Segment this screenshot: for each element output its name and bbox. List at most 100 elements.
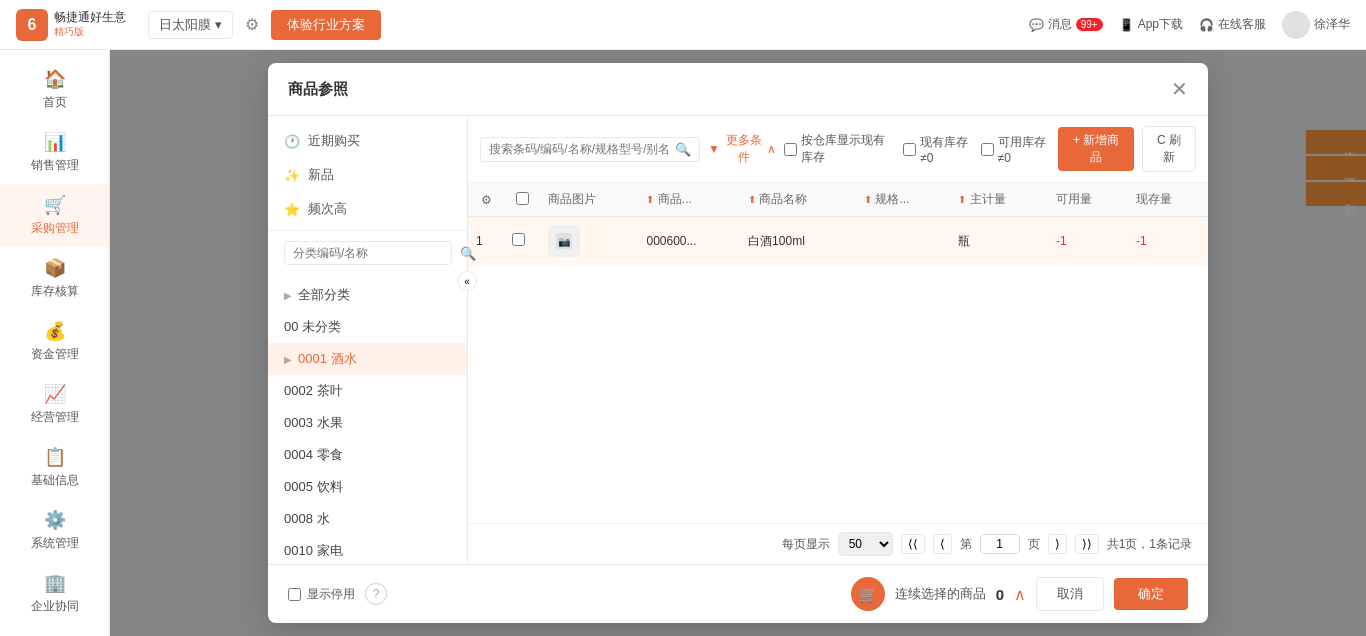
cat-all[interactable]: ▶ 全部分类 xyxy=(268,279,467,311)
modal-overlay: 商品参照 ✕ 🕐 近期购买 ✨ 新品 xyxy=(110,50,1366,636)
checkbox-warehouse-label[interactable]: 按仓库显示现有库存 xyxy=(801,132,895,166)
sidebar-item-guide[interactable]: 🎯 新手引导 xyxy=(0,625,109,636)
last-page-button[interactable]: ⟩⟩ xyxy=(1075,534,1099,554)
th-stock: 现存量 xyxy=(1128,183,1208,217)
checkbox-stock-nonzero-input[interactable] xyxy=(903,143,916,156)
per-page-label: 每页显示 xyxy=(782,536,830,553)
sidebar-item-enterprise[interactable]: 🏢 企业协同 xyxy=(0,562,109,625)
sidebar-item-purchase[interactable]: 🛒 采购管理 xyxy=(0,184,109,247)
page-label: 第 xyxy=(960,536,972,553)
show-disabled-group: 显示停用 xyxy=(288,586,355,603)
finance-icon: 💰 xyxy=(44,320,66,342)
basic-icon: 📋 xyxy=(44,446,66,468)
modal-close-button[interactable]: ✕ xyxy=(1171,77,1188,101)
cat-snacks[interactable]: 0004 零食 xyxy=(268,439,467,471)
purchase-icon: 🛒 xyxy=(44,194,66,216)
cat-fruit[interactable]: 0003 水果 xyxy=(268,407,467,439)
row-select-checkbox[interactable] xyxy=(512,233,525,246)
new-product-item[interactable]: ✨ 新品 xyxy=(268,158,467,192)
row-code: 000600... xyxy=(638,217,740,266)
inventory-icon: 📦 xyxy=(44,257,66,279)
cart-button[interactable]: 🛒 xyxy=(851,577,885,611)
category-search-input[interactable] xyxy=(284,241,452,265)
page-number-input[interactable] xyxy=(980,534,1020,554)
product-thumbnail: 📷 xyxy=(548,225,580,257)
per-page-select[interactable]: 50 100 xyxy=(838,532,893,556)
help-icon[interactable]: ? xyxy=(365,583,387,605)
sidebar-item-home[interactable]: 🏠 首页 xyxy=(0,58,109,121)
settings-button[interactable]: ⚙ xyxy=(245,15,259,34)
search-icon[interactable]: 🔍 xyxy=(675,142,691,157)
experience-button[interactable]: 体验行业方案 xyxy=(271,10,381,40)
product-table: ⚙ 商品图片 ⬆ 商品... ⬆ xyxy=(468,183,1208,523)
logo-icon: 6 xyxy=(16,9,48,41)
message-icon: 💬 xyxy=(1029,18,1044,32)
message-item[interactable]: 💬 消息 99+ xyxy=(1029,16,1103,33)
th-name[interactable]: ⬆ 商品名称 xyxy=(740,183,856,217)
th-unit[interactable]: ⬆ 主计量 xyxy=(950,183,1047,217)
message-badge: 99+ xyxy=(1076,18,1103,31)
first-page-button[interactable]: ⟨⟨ xyxy=(901,534,925,554)
checkbox-stock-nonzero-label[interactable]: 现有库存≠0 xyxy=(920,134,972,165)
next-page-button[interactable]: ⟩ xyxy=(1048,534,1067,554)
checkbox-warehouse: 按仓库显示现有库存 xyxy=(784,132,895,166)
system-icon: ⚙️ xyxy=(44,509,66,531)
collapse-button[interactable]: « xyxy=(457,271,477,291)
sort-icon: ⬆ xyxy=(646,194,654,205)
recent-purchase-item[interactable]: 🕐 近期购买 xyxy=(268,124,467,158)
th-code[interactable]: ⬆ 商品... xyxy=(638,183,740,217)
online-service-item[interactable]: 🎧 在线客服 xyxy=(1199,16,1266,33)
cat-liquor[interactable]: ▶ 0001 酒水 xyxy=(268,343,467,375)
cat-appliance[interactable]: 0010 家电 xyxy=(268,535,467,556)
more-filter-button[interactable]: ▼ 更多条件 ∧ xyxy=(708,132,776,166)
cat-uncategorized[interactable]: 00 未分类 xyxy=(268,311,467,343)
sidebar-item-sales[interactable]: 📊 销售管理 xyxy=(0,121,109,184)
sidebar-label-finance: 资金管理 xyxy=(31,346,79,363)
search-icon[interactable]: 🔍 xyxy=(460,246,476,261)
star-icon: ⭐ xyxy=(284,202,300,217)
table-row[interactable]: 1 📷 000600... 白酒100ml xyxy=(468,217,1208,266)
add-product-button[interactable]: + 新增商品 xyxy=(1058,127,1134,171)
cat-beverage[interactable]: 0005 饮料 xyxy=(268,471,467,503)
cat-tea[interactable]: 0002 茶叶 xyxy=(268,375,467,407)
cancel-button[interactable]: 取消 xyxy=(1036,577,1104,611)
new-icon: ✨ xyxy=(284,168,300,183)
phone-icon: 📱 xyxy=(1119,18,1134,32)
show-disabled-checkbox[interactable] xyxy=(288,588,301,601)
refresh-button[interactable]: C 刷新 xyxy=(1142,126,1196,172)
user-profile[interactable]: 徐泽华 xyxy=(1282,11,1350,39)
sidebar-item-finance[interactable]: 💰 资金管理 xyxy=(0,310,109,373)
home-icon: 🏠 xyxy=(44,68,66,90)
modal-title: 商品参照 xyxy=(288,80,348,99)
product-search-box: 🔍 xyxy=(480,137,700,162)
prev-page-button[interactable]: ⟨ xyxy=(933,534,952,554)
sidebar-item-system[interactable]: ⚙️ 系统管理 xyxy=(0,499,109,562)
row-image: 📷 xyxy=(540,217,638,266)
app-download-item[interactable]: 📱 App下载 xyxy=(1119,16,1183,33)
sidebar-item-basic[interactable]: 📋 基础信息 xyxy=(0,436,109,499)
logo-text: 畅捷通好生意 精巧版 xyxy=(54,10,126,40)
cat-water[interactable]: 0008 水 xyxy=(268,503,467,535)
sidebar-item-business[interactable]: 📈 经营管理 xyxy=(0,373,109,436)
frequent-item[interactable]: ⭐ 频次高 xyxy=(268,192,467,226)
sidebar-label-enterprise: 企业协同 xyxy=(31,598,79,615)
recent-icon: 🕐 xyxy=(284,134,300,149)
sidebar-item-inventory[interactable]: 📦 库存核算 xyxy=(0,247,109,310)
th-settings[interactable]: ⚙ xyxy=(468,183,504,217)
checkbox-available-nonzero-input[interactable] xyxy=(981,143,994,156)
business-icon: 📈 xyxy=(44,383,66,405)
nav-selector[interactable]: 日太阳膜 ▾ xyxy=(148,11,233,39)
nav-right: 💬 消息 99+ 📱 App下载 🎧 在线客服 徐泽华 xyxy=(1029,11,1350,39)
collapse-up-icon[interactable]: ∧ xyxy=(1014,585,1026,604)
show-disabled-label[interactable]: 显示停用 xyxy=(307,586,355,603)
th-spec[interactable]: ⬆ 规格... xyxy=(856,183,950,217)
select-all-checkbox[interactable] xyxy=(516,192,529,205)
checkbox-warehouse-input[interactable] xyxy=(784,143,797,156)
checkbox-available-nonzero-label[interactable]: 可用库存≠0 xyxy=(998,134,1050,165)
page-unit: 页 xyxy=(1028,536,1040,553)
category-tree: ▶ 全部分类 00 未分类 ▶ 0001 酒水 0002 茶 xyxy=(268,271,467,556)
chevron-down-icon: ▾ xyxy=(215,17,222,32)
confirm-button[interactable]: 确定 xyxy=(1114,578,1188,610)
product-search-input[interactable] xyxy=(489,142,669,156)
modal-left-panel: 🕐 近期购买 ✨ 新品 ⭐ 频次高 xyxy=(268,116,468,564)
